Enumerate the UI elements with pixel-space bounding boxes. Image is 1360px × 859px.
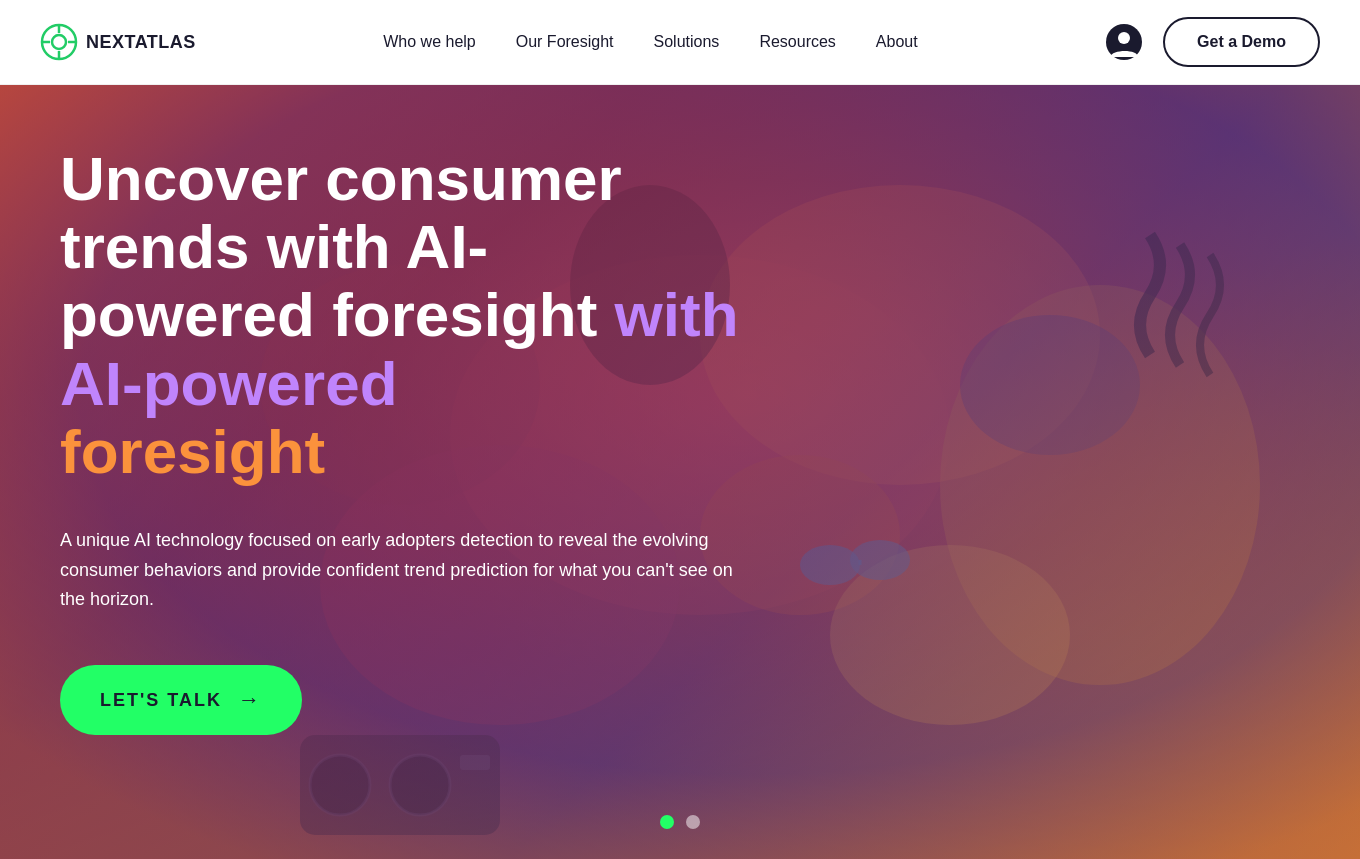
logo-icon bbox=[40, 23, 78, 61]
hero-section: Uncover consumer trends with AI- powered… bbox=[0, 85, 1360, 859]
headline-colored-orange: foresight bbox=[60, 417, 325, 486]
navbar: NEXTATLAS Who we help Our Foresight Solu… bbox=[0, 0, 1360, 85]
nav-link-about[interactable]: About bbox=[876, 33, 918, 50]
headline-line-1: Uncover consumer trends with AI- bbox=[60, 144, 622, 281]
nav-item-our-foresight[interactable]: Our Foresight bbox=[516, 33, 614, 51]
nav-right: Get a Demo bbox=[1105, 17, 1320, 67]
carousel-dots bbox=[660, 815, 700, 829]
nav-item-who-we-help[interactable]: Who we help bbox=[383, 33, 476, 51]
nav-link-solutions[interactable]: Solutions bbox=[654, 33, 720, 50]
nav-link-our-foresight[interactable]: Our Foresight bbox=[516, 33, 614, 50]
nav-link-resources[interactable]: Resources bbox=[759, 33, 835, 50]
nav-item-solutions[interactable]: Solutions bbox=[654, 33, 720, 51]
nav-links: Who we help Our Foresight Solutions Reso… bbox=[383, 33, 917, 51]
hero-content: Uncover consumer trends with AI- powered… bbox=[0, 85, 800, 735]
logo-link[interactable]: NEXTATLAS bbox=[40, 23, 196, 61]
lets-talk-button[interactable]: LET'S TALK → bbox=[60, 665, 302, 735]
logo-text: NEXTATLAS bbox=[86, 32, 196, 53]
arrow-icon: → bbox=[238, 687, 262, 713]
get-demo-button[interactable]: Get a Demo bbox=[1163, 17, 1320, 67]
hero-headline: Uncover consumer trends with AI- powered… bbox=[60, 145, 740, 486]
account-icon[interactable] bbox=[1105, 23, 1143, 61]
nav-item-about[interactable]: About bbox=[876, 33, 918, 51]
svg-point-1 bbox=[52, 35, 66, 49]
svg-point-7 bbox=[1118, 32, 1130, 44]
nav-link-who-we-help[interactable]: Who we help bbox=[383, 33, 476, 50]
lets-talk-label: LET'S TALK bbox=[100, 690, 222, 711]
nav-item-resources[interactable]: Resources bbox=[759, 33, 835, 51]
carousel-dot-2[interactable] bbox=[686, 815, 700, 829]
headline-line-2: powered foresight bbox=[60, 280, 615, 349]
hero-subtitle: A unique AI technology focused on early … bbox=[60, 526, 740, 615]
carousel-dot-1[interactable] bbox=[660, 815, 674, 829]
